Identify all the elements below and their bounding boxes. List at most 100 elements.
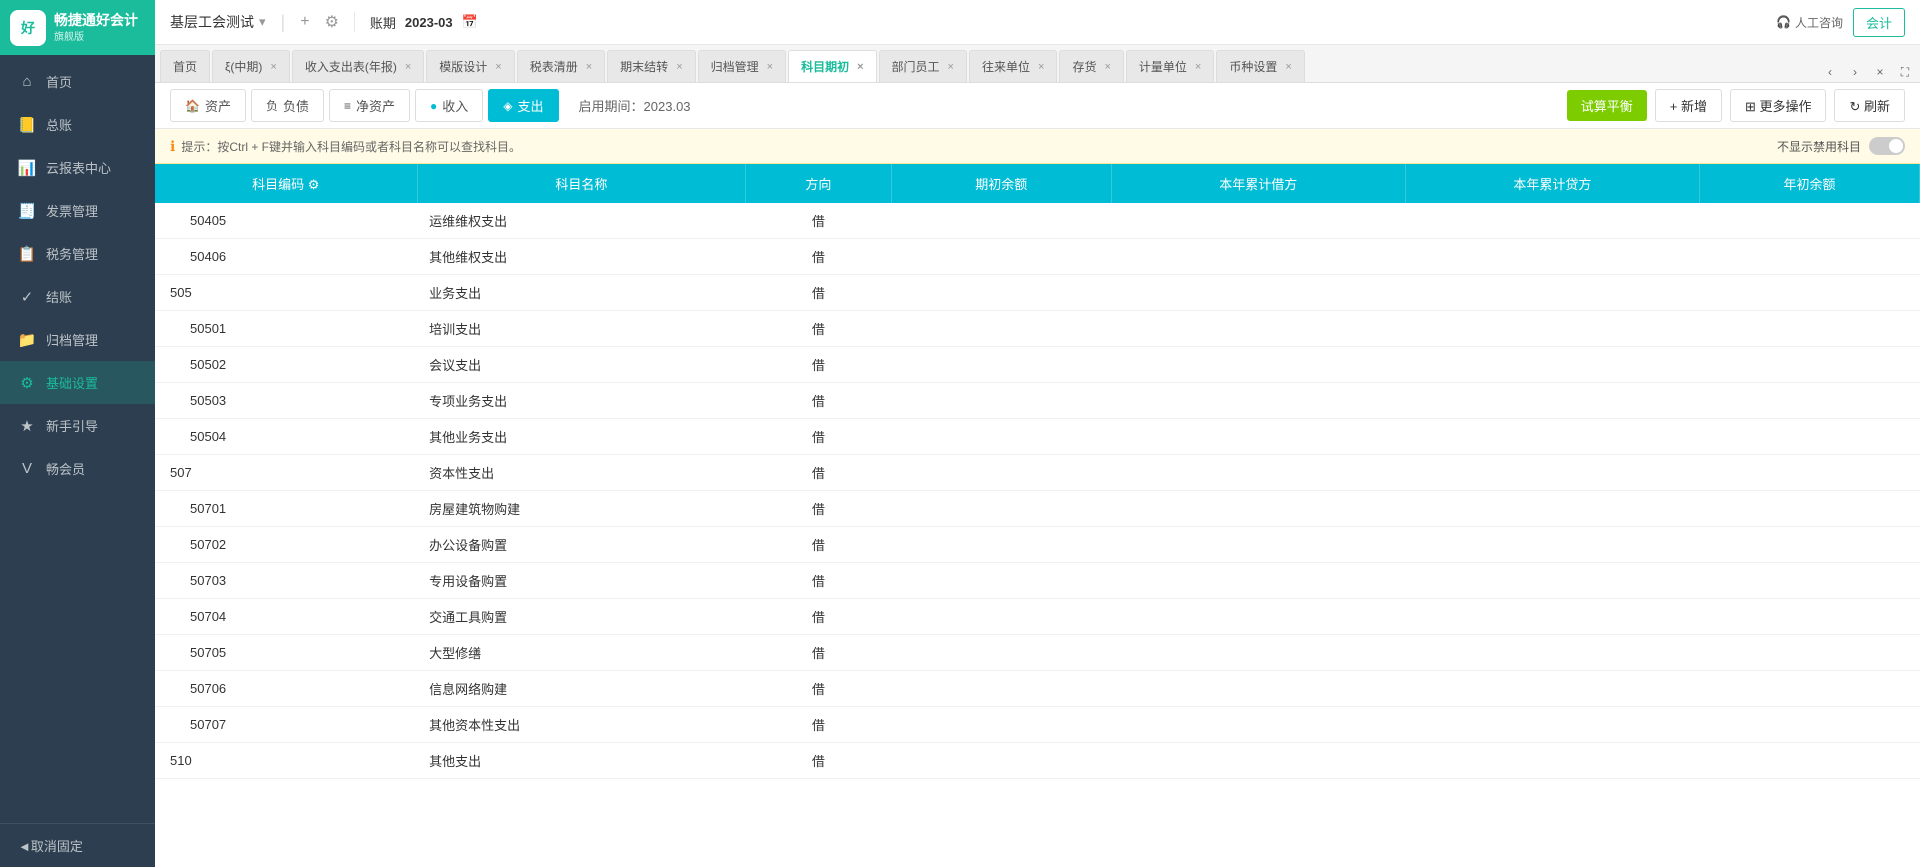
tab-filing[interactable]: 归档管理×: [698, 50, 786, 82]
reports-icon: 📊: [18, 159, 36, 177]
refresh-btn[interactable]: ↻ 刷新: [1834, 89, 1905, 122]
cell-code: 50701: [155, 491, 417, 527]
sidebar-menu: ⌂ 首页 📒 总账 📊 云报表中心 🧾 发票管理 📋 税务管理 ✓ 结账 📁 归…: [0, 55, 155, 823]
table-row[interactable]: 50406 其他维权支出 借: [155, 239, 1920, 275]
cell-name: 其他资本性支出: [417, 707, 745, 743]
sidebar-item-home[interactable]: ⌂ 首页: [0, 60, 155, 103]
sidebar-item-guide[interactable]: ★ 新手引导: [0, 404, 155, 447]
balance-btn[interactable]: 试算平衡: [1567, 90, 1647, 121]
col-name: 科目名称: [417, 164, 745, 203]
toggle-switch[interactable]: [1869, 137, 1905, 155]
tab-unit[interactable]: 计量单位 ×: [1126, 50, 1214, 82]
subtab-expense[interactable]: ◈ 支出: [488, 89, 558, 122]
table-row[interactable]: 50703 专用设备购置 借: [155, 563, 1920, 599]
cell-year-opening: [1700, 671, 1920, 707]
table-row[interactable]: 510 其他支出 借: [155, 743, 1920, 779]
subtab-income[interactable]: ● 收入: [415, 89, 483, 122]
tab-periodend-close[interactable]: ×: [676, 61, 682, 73]
cell-debit-ytd: [1111, 491, 1405, 527]
cell-code: 50707: [155, 707, 417, 743]
tab-dept[interactable]: 部门员工 ×: [879, 50, 967, 82]
table-scroll[interactable]: 科目编码 ⚙ 科目名称 方向 期初余额 本年累计借方 本年累计贷方 年初余额 5…: [155, 164, 1920, 867]
sidebar-item-ledger[interactable]: 📒 总账: [0, 103, 155, 146]
tabs-close-btn[interactable]: ×: [1870, 62, 1890, 82]
more-btn[interactable]: ⊞ 更多操作: [1730, 89, 1827, 122]
table-row[interactable]: 50701 房屋建筑物购建 借: [155, 491, 1920, 527]
tab-partner-close[interactable]: ×: [1038, 61, 1044, 73]
cell-code: 50703: [155, 563, 417, 599]
ledger-icon: 📒: [18, 116, 36, 134]
logo: 好 畅捷通好会计 旗舰版: [0, 0, 155, 55]
subtab-asset[interactable]: 🏠 资产: [170, 89, 246, 122]
table-row[interactable]: 50706 信息网络购建 借: [155, 671, 1920, 707]
tab-midterm-label: ξ(中期): [225, 58, 262, 75]
cell-opening: [891, 203, 1111, 239]
table-row[interactable]: 50705 大型修缮 借: [155, 635, 1920, 671]
cell-code: 50405: [155, 203, 417, 239]
user-label: 会计: [1866, 16, 1892, 31]
dropdown-icon[interactable]: ▾: [259, 14, 266, 30]
sidebar-item-archive[interactable]: 📁 归档管理: [0, 318, 155, 361]
tab-template[interactable]: 模版设计×: [426, 50, 514, 82]
subtab-liability[interactable]: 负 负债: [251, 89, 324, 122]
table-row[interactable]: 505 业务支出 借: [155, 275, 1920, 311]
tab-subject[interactable]: 科目期初×: [788, 50, 876, 82]
tab-home[interactable]: 首页: [160, 50, 210, 82]
sidebar-label-guide: 新手引导: [46, 416, 98, 435]
tab-inventory-close[interactable]: ×: [1104, 61, 1110, 73]
table-row[interactable]: 50503 专项业务支出 借: [155, 383, 1920, 419]
cell-direction: 借: [746, 239, 892, 275]
table-row[interactable]: 50504 其他业务支出 借: [155, 419, 1920, 455]
cell-direction: 借: [746, 671, 892, 707]
tab-periodend[interactable]: 期末结转×: [607, 50, 695, 82]
tab-unit-label: 计量单位: [1139, 58, 1187, 75]
tabs-prev-btn[interactable]: ‹: [1820, 62, 1840, 82]
table-row[interactable]: 50704 交通工具购置 借: [155, 599, 1920, 635]
sidebar-collapse-btn[interactable]: ◄取消固定: [0, 823, 155, 867]
cell-opening: [891, 527, 1111, 563]
tab-dept-close[interactable]: ×: [948, 61, 954, 73]
tab-inventory[interactable]: 存货×: [1059, 50, 1123, 82]
add-btn[interactable]: + 新增: [1655, 89, 1722, 122]
tab-midterm[interactable]: ξ(中期) ×: [212, 50, 290, 82]
cell-opening: [891, 419, 1111, 455]
tab-dept-label: 部门员工: [892, 58, 940, 75]
help-btn[interactable]: 🎧 人工咨询: [1776, 14, 1843, 31]
calendar-icon[interactable]: 📅: [462, 14, 478, 30]
sidebar-item-reports[interactable]: 📊 云报表中心: [0, 146, 155, 189]
sidebar-item-member[interactable]: V 畅会员: [0, 447, 155, 490]
subtab-netasset[interactable]: ≡ 净资产: [329, 89, 410, 122]
tab-subject-close[interactable]: ×: [857, 61, 863, 73]
tab-partner[interactable]: 往来单位×: [969, 50, 1057, 82]
cell-direction: 借: [746, 455, 892, 491]
tabs-expand-btn[interactable]: ⛶: [1895, 62, 1915, 82]
sidebar-item-settle[interactable]: ✓ 结账: [0, 275, 155, 318]
sidebar-item-settings[interactable]: ⚙ 基础设置: [0, 361, 155, 404]
tab-template-close[interactable]: ×: [495, 61, 501, 73]
tab-annual-close[interactable]: ×: [405, 61, 411, 73]
tabs-next-btn[interactable]: ›: [1845, 62, 1865, 82]
subtab-income-label: 收入: [442, 96, 468, 115]
table-row[interactable]: 50702 办公设备购置 借: [155, 527, 1920, 563]
tab-unit-close[interactable]: ×: [1195, 61, 1201, 73]
tab-taxlist[interactable]: 税表清册×: [517, 50, 605, 82]
sidebar-item-invoice[interactable]: 🧾 发票管理: [0, 189, 155, 232]
tab-home-label: 首页: [173, 58, 197, 75]
user-btn[interactable]: 会计: [1853, 8, 1905, 37]
tab-currency-close[interactable]: ×: [1285, 61, 1291, 73]
settings-btn[interactable]: ⚙: [325, 12, 339, 32]
table-row[interactable]: 50502 会议支出 借: [155, 347, 1920, 383]
sidebar-item-tax[interactable]: 📋 税务管理: [0, 232, 155, 275]
table-row[interactable]: 50501 培训支出 借: [155, 311, 1920, 347]
tab-currency[interactable]: 币种设置 ×: [1216, 50, 1304, 82]
tab-taxlist-close[interactable]: ×: [586, 61, 592, 73]
tab-currency-label: 币种设置: [1229, 58, 1277, 75]
tab-annual[interactable]: 收入支出表(年报)×: [292, 50, 424, 82]
table-row[interactable]: 50707 其他资本性支出 借: [155, 707, 1920, 743]
tab-filing-close[interactable]: ×: [767, 61, 773, 73]
table-row[interactable]: 507 资本性支出 借: [155, 455, 1920, 491]
add-project-btn[interactable]: +: [300, 13, 309, 31]
cell-year-opening: [1700, 635, 1920, 671]
tab-midterm-close[interactable]: ×: [270, 61, 276, 73]
table-row[interactable]: 50405 运维维权支出 借: [155, 203, 1920, 239]
